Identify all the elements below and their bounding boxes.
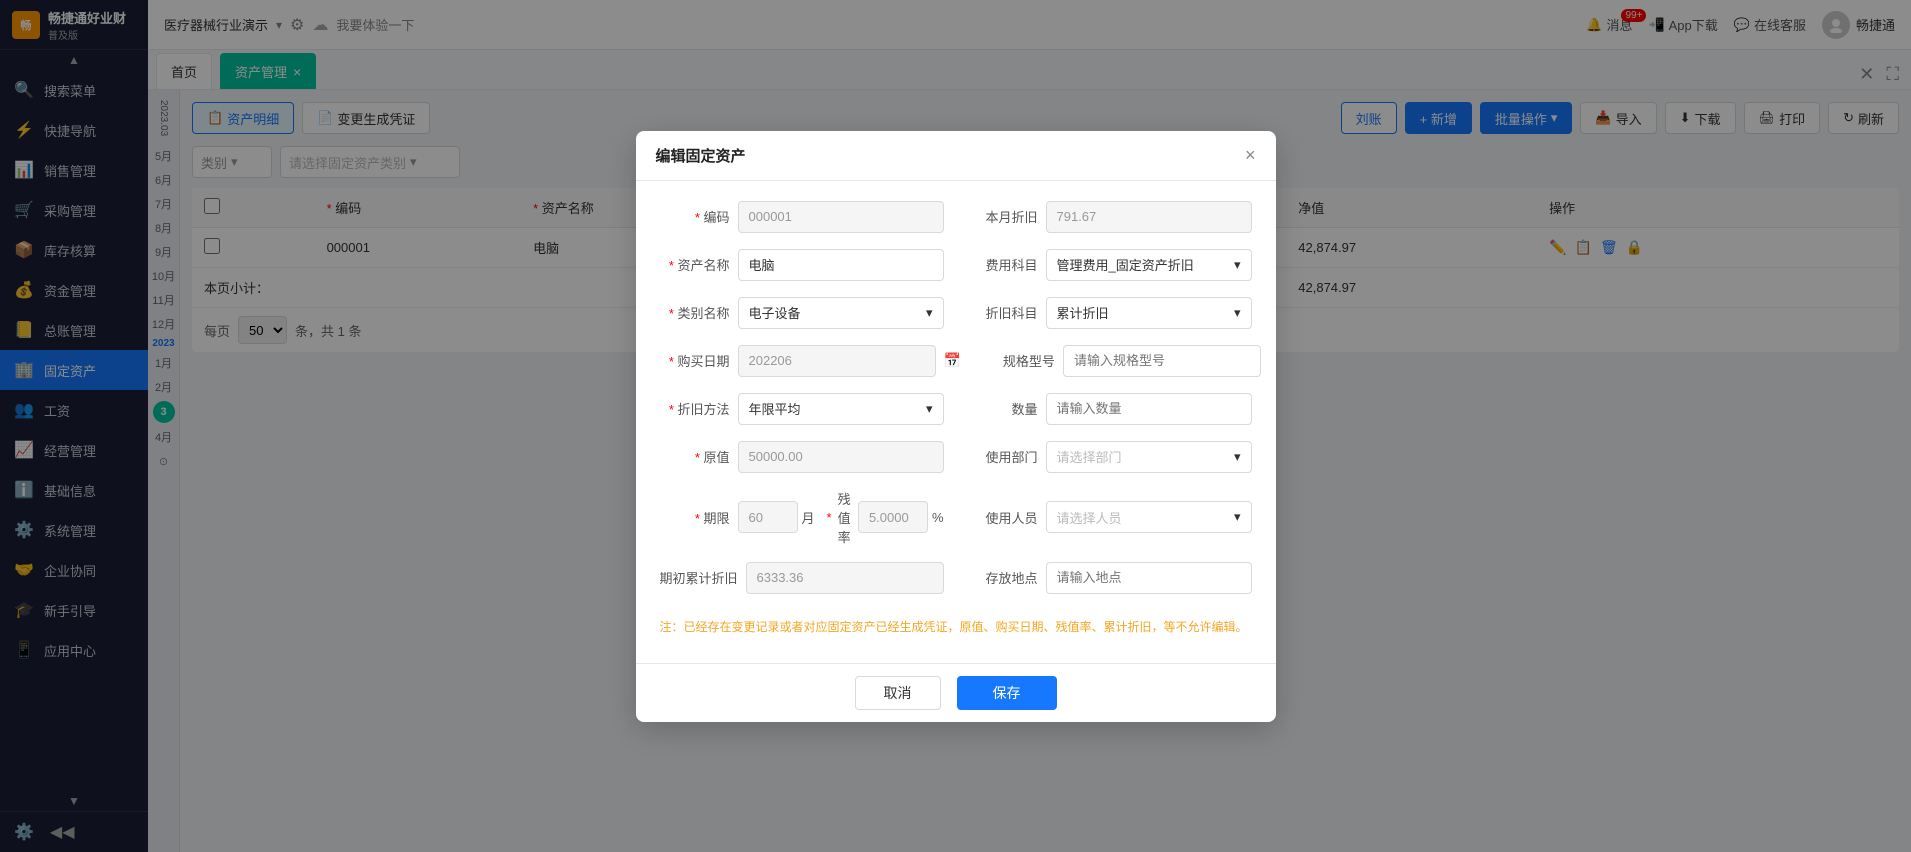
user-label: 使用人员 xyxy=(968,508,1038,527)
field-user: 使用人员 请选择人员 ▾ xyxy=(968,489,1252,546)
edit-asset-modal: 编辑固定资产 × 编码 document.querySelector('[dat… xyxy=(636,131,1276,722)
field-monthly-dep: 本月折旧 document.querySelector('[data-name=… xyxy=(968,201,1252,233)
category-select[interactable]: 电子设备 ▾ xyxy=(738,297,944,329)
field-period-dep: 期初累计折旧 document.querySelector('[data-nam… xyxy=(660,562,944,594)
modal-row-1: 编码 document.querySelector('[data-name="c… xyxy=(660,201,1252,233)
modal-note: 注：已经存在变更记录或者对应固定资产已经生成凭证，原值、购买日期、残值率、累计折… xyxy=(660,610,1252,643)
modal-row-6: 原值 document.querySelector('[data-name="o… xyxy=(660,441,1252,473)
code-input[interactable] xyxy=(738,201,944,233)
field-dep-subject: 折旧科目 累计折旧 ▾ xyxy=(968,297,1252,329)
field-dep-method: 折旧方法 年限平均 ▾ xyxy=(660,393,944,425)
modal-title: 编辑固定资产 xyxy=(656,145,746,166)
monthly-dep-label: 本月折旧 xyxy=(968,207,1038,226)
category-label: 类别名称 xyxy=(660,303,730,322)
cancel-button[interactable]: 取消 xyxy=(855,676,941,710)
field-period-residual: 期限 document.querySelector('[data-name="p… xyxy=(660,489,944,546)
dep-method-select[interactable]: 年限平均 ▾ xyxy=(738,393,944,425)
field-purchase-date: 购买日期 document.querySelector('[data-name=… xyxy=(660,345,961,377)
field-expense-subject: 费用科目 管理费用_固定资产折旧 ▾ xyxy=(968,249,1252,281)
name-label: 资产名称 xyxy=(660,255,730,274)
modal-close-button[interactable]: × xyxy=(1245,145,1256,166)
expense-subject-arrow: ▾ xyxy=(1234,257,1241,273)
user-placeholder: 请选择人员 xyxy=(1057,508,1122,527)
modal-row-8: 期初累计折旧 document.querySelector('[data-nam… xyxy=(660,562,1252,594)
modal-header: 编辑固定资产 × xyxy=(636,131,1276,181)
period-input-group: document.querySelector('[data-name="peri… xyxy=(738,489,944,546)
dep-subject-value: 累计折旧 xyxy=(1057,303,1109,322)
field-location: 存放地点 xyxy=(968,562,1252,594)
dep-subject-arrow: ▾ xyxy=(1234,305,1241,321)
dept-label: 使用部门 xyxy=(968,447,1038,466)
period-input xyxy=(738,501,798,533)
category-dropdown-arrow: ▾ xyxy=(926,305,933,321)
modal-row-5: 折旧方法 年限平均 ▾ 数量 xyxy=(660,393,1252,425)
expense-subject-value: 管理费用_固定资产折旧 xyxy=(1057,255,1194,274)
dept-placeholder: 请选择部门 xyxy=(1057,447,1122,466)
user-arrow: ▾ xyxy=(1234,509,1241,525)
dep-method-value: 年限平均 xyxy=(749,399,801,418)
expense-subject-label: 费用科目 xyxy=(968,255,1038,274)
modal-row-7: 期限 document.querySelector('[data-name="p… xyxy=(660,489,1252,546)
location-input[interactable] xyxy=(1046,562,1252,594)
residual-unit: % xyxy=(932,510,944,525)
spec-input[interactable] xyxy=(1063,345,1261,377)
code-label: 编码 xyxy=(660,207,730,226)
location-label: 存放地点 xyxy=(968,568,1038,587)
original-value-label: 原值 xyxy=(660,447,730,466)
field-code: 编码 document.querySelector('[data-name="c… xyxy=(660,201,944,233)
user-select[interactable]: 请选择人员 ▾ xyxy=(1046,501,1252,533)
residual-required: * xyxy=(827,510,832,525)
modal-row-3: 类别名称 电子设备 ▾ 折旧科目 累计折旧 ▾ xyxy=(660,297,1252,329)
period-label: 期限 xyxy=(660,508,730,527)
original-value-input xyxy=(738,441,944,473)
quantity-input[interactable] xyxy=(1046,393,1252,425)
dep-subject-select[interactable]: 累计折旧 ▾ xyxy=(1046,297,1252,329)
quantity-label: 数量 xyxy=(968,399,1038,418)
modal-row-4: 购买日期 document.querySelector('[data-name=… xyxy=(660,345,1252,377)
purchase-date-input xyxy=(738,345,936,377)
modal-footer: 取消 保存 xyxy=(636,663,1276,722)
monthly-dep-input xyxy=(1046,201,1252,233)
field-quantity: 数量 xyxy=(968,393,1252,425)
save-button[interactable]: 保存 xyxy=(957,676,1057,710)
purchase-date-label: 购买日期 xyxy=(660,351,730,370)
residual-input xyxy=(858,501,928,533)
dept-select[interactable]: 请选择部门 ▾ xyxy=(1046,441,1252,473)
modal-row-2: 资产名称 document.querySelector('[data-name=… xyxy=(660,249,1252,281)
expense-subject-select[interactable]: 管理费用_固定资产折旧 ▾ xyxy=(1046,249,1252,281)
field-asset-name: 资产名称 document.querySelector('[data-name=… xyxy=(660,249,944,281)
field-dept: 使用部门 请选择部门 ▾ xyxy=(968,441,1252,473)
field-category: 类别名称 电子设备 ▾ xyxy=(660,297,944,329)
category-value: 电子设备 xyxy=(749,303,801,322)
modal-body: 编码 document.querySelector('[data-name="c… xyxy=(636,181,1276,663)
asset-name-input[interactable] xyxy=(738,249,944,281)
calendar-icon[interactable]: 📅 xyxy=(944,352,961,369)
spec-label: 规格型号 xyxy=(985,351,1055,370)
field-original-value: 原值 document.querySelector('[data-name="o… xyxy=(660,441,944,473)
dep-method-label: 折旧方法 xyxy=(660,399,730,418)
modal-overlay: 编辑固定资产 × 编码 document.querySelector('[dat… xyxy=(0,0,1911,852)
period-unit: 月 xyxy=(802,508,815,527)
field-spec: 规格型号 xyxy=(985,345,1261,377)
residual-label: 残值率 xyxy=(838,489,854,546)
dept-arrow: ▾ xyxy=(1234,449,1241,465)
period-dep-input xyxy=(746,562,944,594)
period-dep-label: 期初累计折旧 xyxy=(660,568,738,587)
dep-method-arrow: ▾ xyxy=(926,401,933,417)
dep-subject-label: 折旧科目 xyxy=(968,303,1038,322)
